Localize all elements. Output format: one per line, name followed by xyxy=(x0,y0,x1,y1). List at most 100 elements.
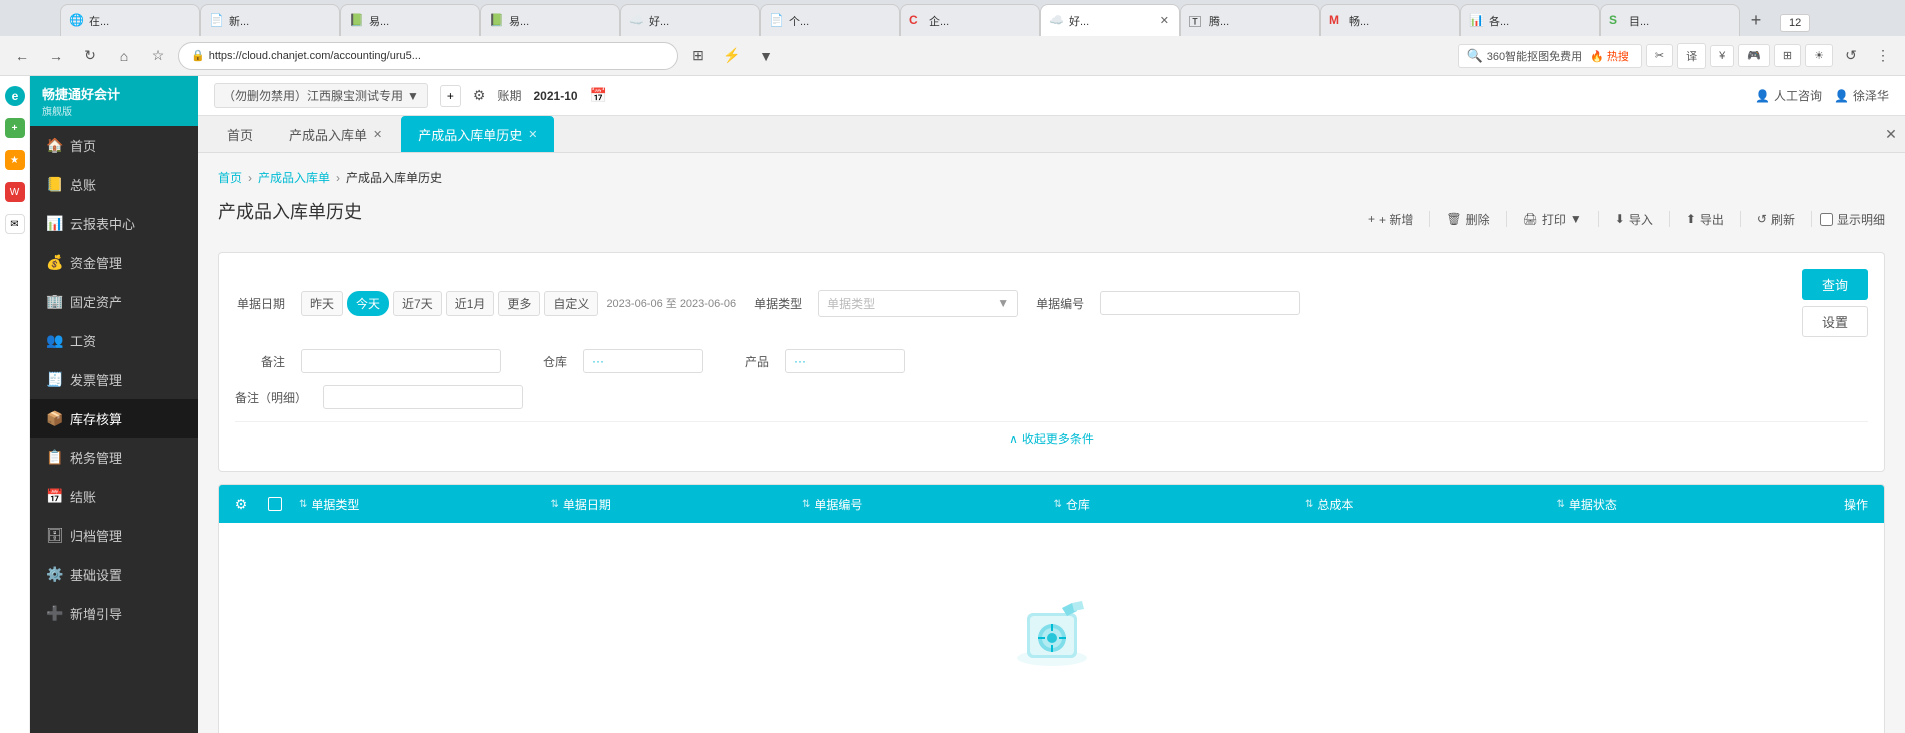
user-name-display[interactable]: 👤 徐泽华 xyxy=(1834,87,1889,104)
search-bar[interactable]: 🔍 360智能抠图免费用 🔥 热搜 xyxy=(1458,44,1642,68)
th-type[interactable]: ⇅ 单据类型 xyxy=(291,485,543,523)
tab-1[interactable]: 🌐 在... xyxy=(60,4,200,36)
tab-5[interactable]: ☁️ 好... xyxy=(620,4,760,36)
sidebar-item-invoice[interactable]: 🧾 发票管理 xyxy=(30,360,198,399)
sidebar-item-tax[interactable]: 📋 税务管理 xyxy=(30,438,198,477)
export-button[interactable]: ⬆ 导出 xyxy=(1678,207,1732,232)
print-button[interactable]: 🖨 打印 ▼ xyxy=(1515,207,1590,232)
grid-button[interactable]: ⊞ xyxy=(1774,44,1801,67)
settings-button[interactable]: ⋮ xyxy=(1869,42,1897,70)
content-tab-product-history[interactable]: 产成品入库单历史 ✕ xyxy=(401,116,554,152)
tab-9[interactable]: 🅃 腾... xyxy=(1180,4,1320,36)
sidebar-item-basic[interactable]: ⚙️ 基础设置 xyxy=(30,555,198,594)
calendar-button[interactable]: 📅 xyxy=(590,87,607,104)
hot-search-label[interactable]: 🔥 热搜 xyxy=(1586,48,1633,64)
th-total-cost[interactable]: ⇅ 总成本 xyxy=(1297,485,1549,523)
th-status[interactable]: ⇅ 单据状态 xyxy=(1549,485,1801,523)
add-button[interactable]: + + 新增 xyxy=(1360,207,1421,232)
scissors-button[interactable]: ✂ xyxy=(1646,44,1673,67)
bookmark-button[interactable]: ☆ xyxy=(144,42,172,70)
tab-12[interactable]: S 目... xyxy=(1600,4,1740,36)
tab-8[interactable]: ☁️ 好... ✕ xyxy=(1040,4,1180,36)
voucher-type-select[interactable]: 单据类型 ▼ xyxy=(818,290,1018,317)
theme-button[interactable]: ☀ xyxy=(1805,44,1833,67)
app-icon-4[interactable]: W xyxy=(3,180,27,204)
date-btn-7days[interactable]: 近7天 xyxy=(393,291,442,316)
user-service-link[interactable]: 👤 人工咨询 xyxy=(1755,87,1822,104)
app-icon-3[interactable]: ★ xyxy=(3,148,27,172)
undo-button[interactable]: ↺ xyxy=(1837,42,1865,70)
date-btn-more[interactable]: 更多 xyxy=(498,291,540,316)
th-checkbox[interactable] xyxy=(259,497,291,511)
sidebar-item-ledger[interactable]: 📒 总账 xyxy=(30,165,198,204)
tab-11[interactable]: 📊 各... xyxy=(1460,4,1600,36)
app-icon-5[interactable]: ✉ xyxy=(3,212,27,236)
th-settings[interactable]: ⚙ xyxy=(223,496,259,513)
sidebar-item-report[interactable]: 📊 云报表中心 xyxy=(30,204,198,243)
content-tab-home[interactable]: 首页 xyxy=(210,116,270,152)
sidebar-item-payroll[interactable]: 👥 工资 xyxy=(30,321,198,360)
tab-8-close-icon[interactable]: ✕ xyxy=(1158,12,1171,29)
tab-6[interactable]: 📄 个... xyxy=(760,4,900,36)
company-selector[interactable]: （勿删勿禁用）江西腺宝测试专用 ▼ xyxy=(214,83,428,108)
date-btn-today[interactable]: 今天 xyxy=(347,291,389,316)
content-tab-product-list[interactable]: 产成品入库单 ✕ xyxy=(272,116,399,152)
delete-button[interactable]: 🗑 删除 xyxy=(1438,207,1497,232)
forward-button[interactable]: → xyxy=(42,42,70,70)
back-button[interactable]: ← xyxy=(8,42,36,70)
extensions-button[interactable]: ⊞ xyxy=(684,42,712,70)
date-btn-custom[interactable]: 自定义 xyxy=(544,291,598,316)
add-company-button[interactable]: + xyxy=(440,85,461,107)
app-logo-icon[interactable]: e xyxy=(3,84,27,108)
filter-setting-button[interactable]: 设置 xyxy=(1802,306,1868,337)
note-detail-input[interactable] xyxy=(323,385,523,409)
yuan-button[interactable]: ¥ xyxy=(1710,45,1734,67)
lightning-button[interactable]: ⚡ xyxy=(718,42,746,70)
content-tab-product-history-close[interactable]: ✕ xyxy=(528,128,537,141)
game-button[interactable]: 🎮 xyxy=(1738,44,1770,67)
search-button[interactable]: 查询 xyxy=(1802,269,1868,300)
tab-2[interactable]: 📄 新... xyxy=(200,4,340,36)
tab-4[interactable]: 📗 易... xyxy=(480,4,620,36)
dropdown-button[interactable]: ▼ xyxy=(752,42,780,70)
sidebar-item-inventory[interactable]: 📦 库存核算 xyxy=(30,399,198,438)
tab-7[interactable]: C 企... xyxy=(900,4,1040,36)
refresh-browser-button[interactable]: ↻ xyxy=(76,42,104,70)
home-browser-button[interactable]: ⌂ xyxy=(110,42,138,70)
warehouse-select[interactable]: ··· xyxy=(583,349,703,373)
tab-3[interactable]: 📗 易... xyxy=(340,4,480,36)
show-detail-checkbox-container[interactable]: 显示明细 xyxy=(1820,211,1885,228)
select-all-checkbox[interactable] xyxy=(268,497,282,511)
address-input[interactable]: 🔒 https://cloud.chanjet.com/accounting/u… xyxy=(178,42,678,70)
translate-button[interactable]: 译 xyxy=(1677,43,1706,69)
breadcrumb-home[interactable]: 首页 xyxy=(218,169,242,186)
sidebar-item-archive[interactable]: 🗄 归档管理 xyxy=(30,516,198,555)
note-input[interactable] xyxy=(301,349,501,373)
sidebar-item-settle[interactable]: 📅 结账 xyxy=(30,477,198,516)
date-btn-yesterday[interactable]: 昨天 xyxy=(301,291,343,316)
company-settings-button[interactable]: ⚙ xyxy=(473,87,486,104)
refresh-page-button[interactable]: ↺ 刷新 xyxy=(1749,207,1803,232)
breadcrumb-product-list[interactable]: 产成品入库单 xyxy=(258,169,330,186)
sidebar-item-new[interactable]: ➕ 新增引导 xyxy=(30,594,198,633)
date-btn-1month[interactable]: 近1月 xyxy=(446,291,495,316)
sidebar-item-fund[interactable]: 💰 资金管理 xyxy=(30,243,198,282)
sidebar-item-home[interactable]: 🏠 首页 xyxy=(30,126,198,165)
voucher-no-input[interactable] xyxy=(1100,291,1300,315)
th-warehouse[interactable]: ⇅ 仓库 xyxy=(1046,485,1298,523)
tab-4-title: 易... xyxy=(509,13,611,29)
product-select[interactable]: ··· xyxy=(785,349,905,373)
note-label: 备注 xyxy=(235,353,285,370)
show-detail-checkbox[interactable] xyxy=(1820,213,1833,226)
th-date[interactable]: ⇅ 单据日期 xyxy=(543,485,795,523)
th-no[interactable]: ⇅ 单据编号 xyxy=(794,485,1046,523)
close-all-tabs-button[interactable]: ✕ xyxy=(1877,120,1905,148)
import-button[interactable]: ⬇ 导入 xyxy=(1607,207,1661,232)
tab-10[interactable]: M 畅... xyxy=(1320,4,1460,36)
collapse-filter-button[interactable]: ∧ 收起更多条件 xyxy=(235,421,1868,455)
app-icon-2[interactable]: + xyxy=(3,116,27,140)
new-tab-button[interactable]: + xyxy=(1740,4,1772,36)
sidebar-item-asset[interactable]: 🏢 固定资产 xyxy=(30,282,198,321)
sidebar-item-tax-label: 税务管理 xyxy=(70,448,122,467)
content-tab-product-list-close[interactable]: ✕ xyxy=(373,128,382,141)
